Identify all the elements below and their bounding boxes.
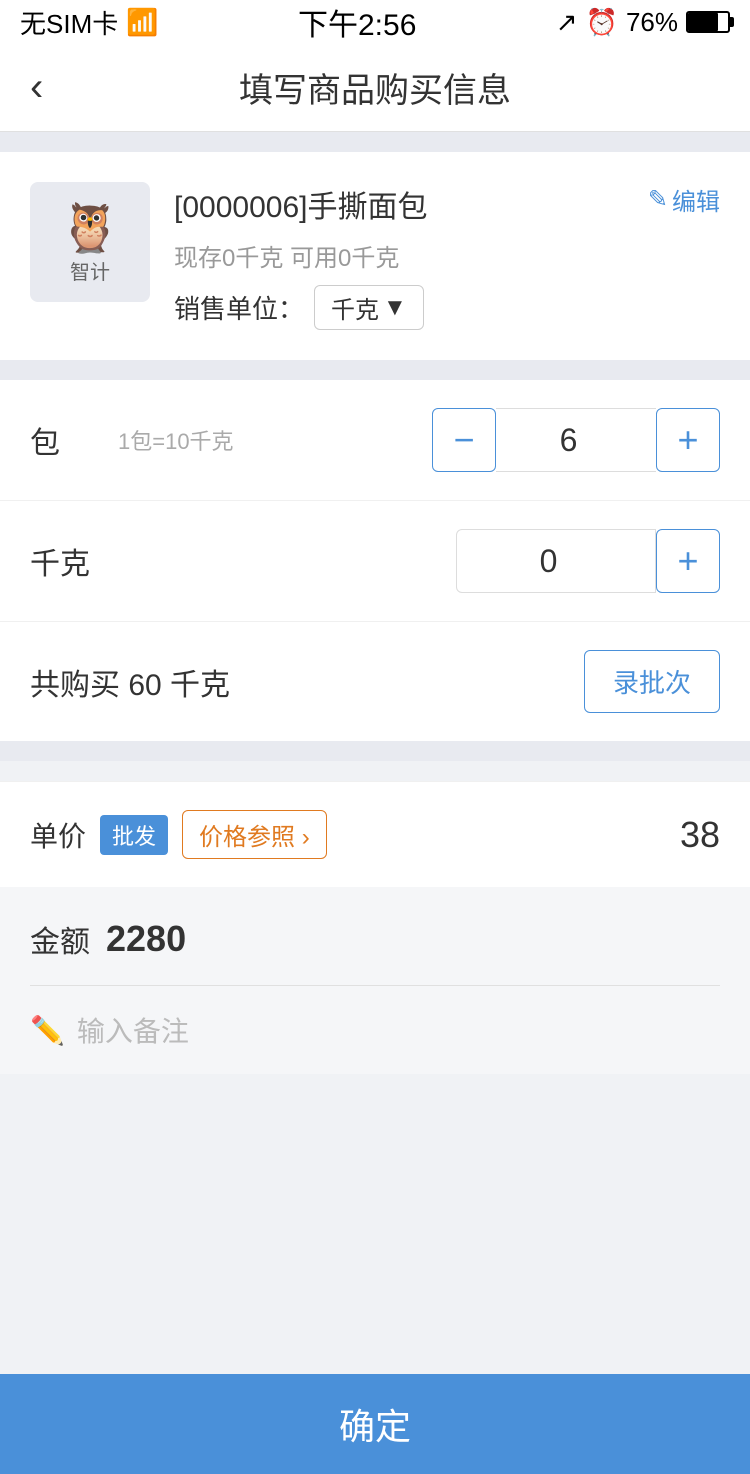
price-tag: 批发	[100, 815, 168, 855]
status-left: 无SIM卡 📶	[20, 4, 159, 41]
status-right: ↗ ⏰ 76%	[556, 7, 730, 38]
product-unit-row: 销售单位： 千克 ▼	[174, 285, 720, 330]
remark-placeholder: 输入备注	[77, 1010, 189, 1050]
confirm-bar[interactable]: 确定	[0, 1374, 750, 1474]
package-hint: 1包=10千克	[118, 424, 432, 456]
product-name: [0000006]手撕面包	[174, 182, 427, 226]
carrier-text: 无SIM卡	[20, 4, 118, 41]
battery-percent: 76%	[626, 7, 678, 38]
kilogram-quantity-control: +	[456, 529, 720, 593]
nav-bar: ‹ 填写商品购买信息	[0, 44, 750, 132]
package-minus-button[interactable]: −	[432, 408, 496, 472]
amount-section: 金额 2280 ✏️ 输入备注	[0, 887, 750, 1074]
product-image: 🦉 智计	[30, 182, 150, 302]
status-bar: 无SIM卡 📶 下午2:56 ↗ ⏰ 76%	[0, 0, 750, 44]
product-logo-icon: 🦉	[60, 199, 120, 256]
wifi-icon: 📶	[126, 7, 158, 38]
product-logo-label: 智计	[70, 256, 110, 285]
confirm-button[interactable]: 确定	[339, 1398, 411, 1450]
price-row: 单价 批发 价格参照 › 38	[30, 810, 720, 859]
record-batch-button[interactable]: 录批次	[584, 650, 720, 713]
chevron-down-icon: ▼	[383, 294, 407, 322]
kilogram-row: 千克 +	[0, 501, 750, 622]
price-label: 单价	[30, 815, 86, 855]
empty-area	[0, 1074, 750, 1374]
status-time: 下午2:56	[298, 0, 416, 44]
product-stock: 现存0千克 可用0千克	[174, 238, 720, 273]
unit-select[interactable]: 千克 ▼	[314, 285, 424, 330]
product-info: [0000006]手撕面包 ✎ 编辑 现存0千克 可用0千克 销售单位： 千克 …	[174, 182, 720, 330]
product-card: 🦉 智计 [0000006]手撕面包 ✎ 编辑 现存0千克 可用0千克 销售单位…	[0, 152, 750, 360]
package-row: 包 1包=10千克 − +	[0, 380, 750, 501]
page-title: 填写商品购买信息	[239, 63, 511, 112]
back-button[interactable]: ‹	[30, 65, 90, 110]
kilogram-plus-button[interactable]: +	[656, 529, 720, 593]
edit-icon: ✎	[648, 185, 668, 214]
kilogram-quantity-input[interactable]	[456, 529, 656, 593]
divider-top	[0, 132, 750, 152]
package-quantity-input[interactable]	[496, 408, 656, 472]
battery-icon	[686, 11, 730, 33]
divider-price	[0, 741, 750, 761]
price-section: 单价 批发 价格参照 › 38	[0, 781, 750, 887]
form-section: 包 1包=10千克 − + 千克 + 共购买 60 千克 录批次	[0, 380, 750, 741]
package-label: 包	[30, 418, 110, 462]
edit-label: 编辑	[672, 182, 720, 217]
package-quantity-control: − +	[432, 408, 720, 472]
alarm-icon: ⏰	[586, 7, 618, 38]
location-icon: ↗	[556, 7, 578, 38]
remark-row[interactable]: ✏️ 输入备注	[30, 986, 720, 1074]
total-label: 共购买 60 千克	[30, 660, 230, 704]
divider-mid	[0, 360, 750, 380]
pencil-icon: ✏️	[30, 1014, 65, 1047]
unit-label: 销售单位：	[174, 289, 304, 326]
amount-value: 2280	[106, 918, 186, 960]
price-value: 38	[680, 814, 720, 856]
total-row: 共购买 60 千克 录批次	[0, 622, 750, 741]
amount-label: 金额	[30, 917, 90, 961]
kilogram-label: 千克	[30, 539, 110, 583]
edit-button[interactable]: ✎ 编辑	[648, 182, 720, 217]
package-plus-button[interactable]: +	[656, 408, 720, 472]
unit-value: 千克	[331, 290, 379, 325]
price-reference-button[interactable]: 价格参照 ›	[182, 810, 327, 859]
amount-row: 金额 2280	[30, 917, 720, 986]
